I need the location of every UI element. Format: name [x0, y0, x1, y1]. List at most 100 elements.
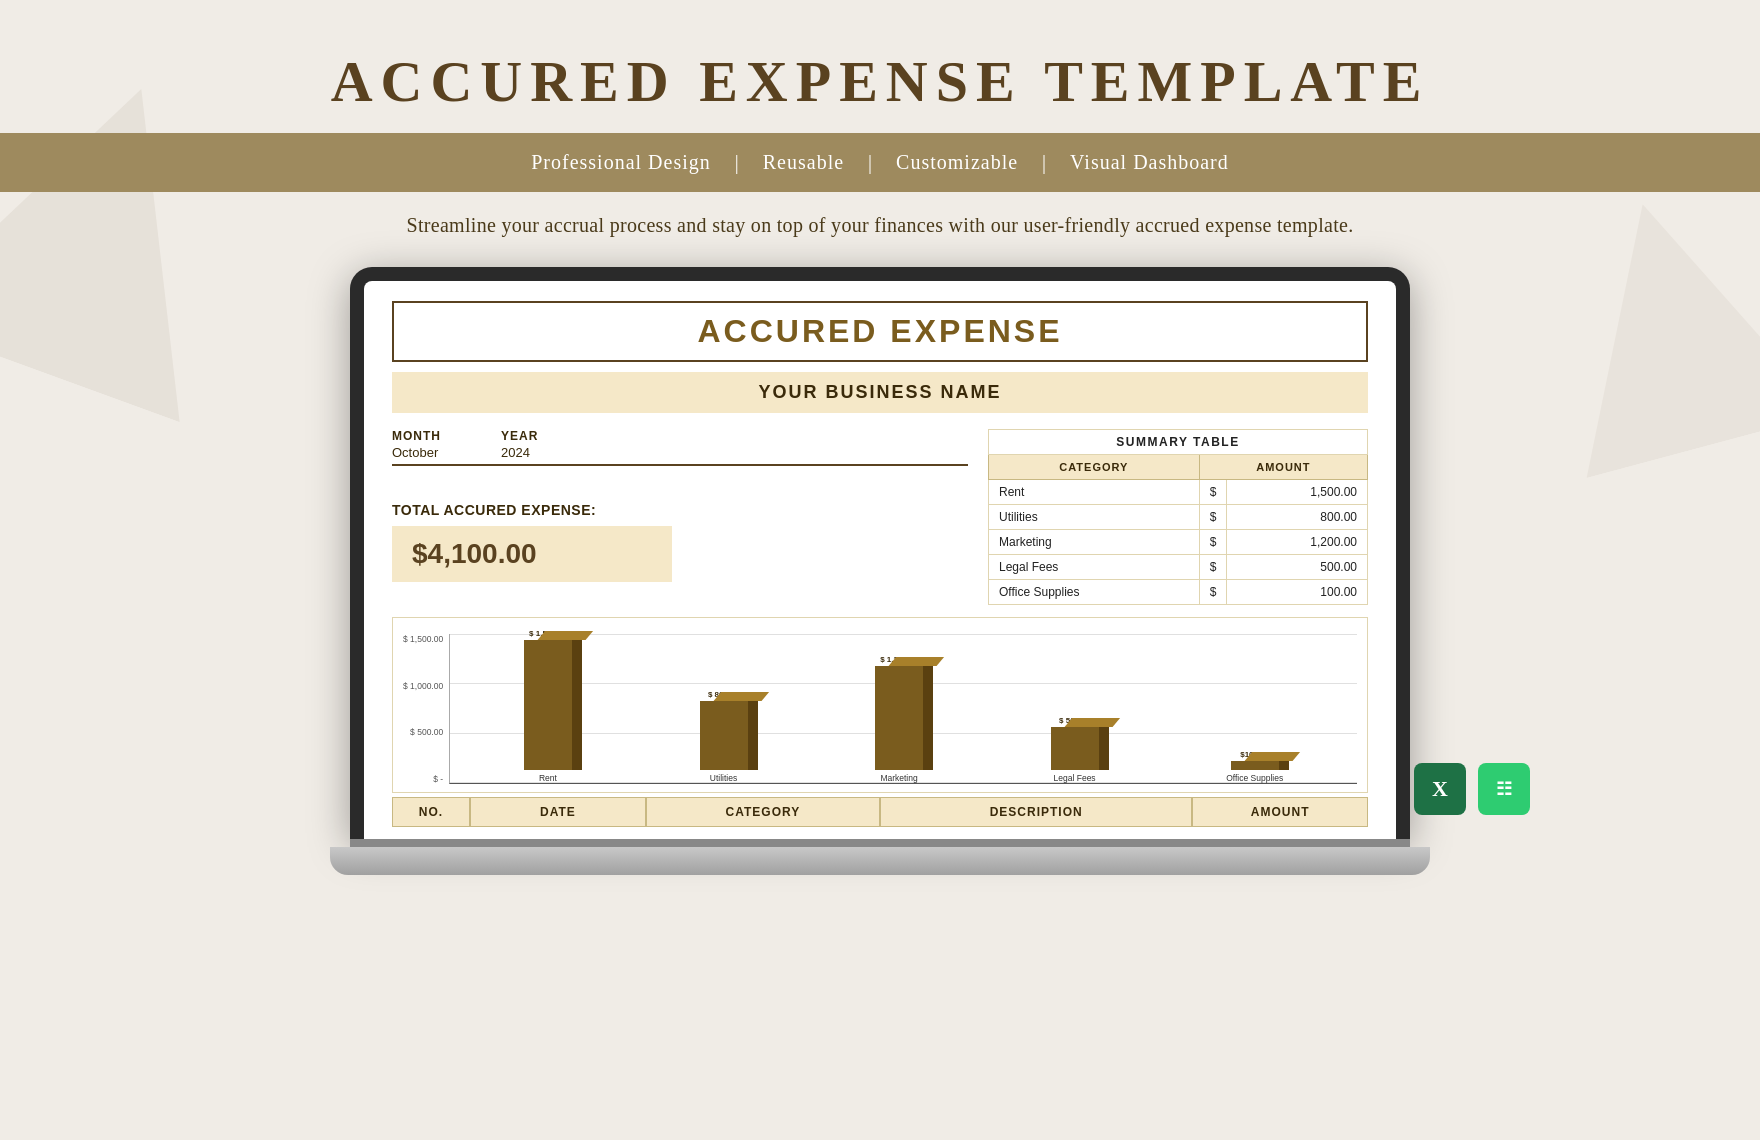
- dollar-cell: $: [1199, 555, 1227, 580]
- screen-content: ACCURED EXPENSE YOUR BUSINESS NAME: [364, 281, 1396, 839]
- business-name: YOUR BUSINESS NAME: [392, 382, 1368, 403]
- bar-side: [1279, 761, 1289, 770]
- amount-cell: 1,200.00: [1227, 530, 1368, 555]
- dollar-cell: $: [1199, 505, 1227, 530]
- bottom-header-cell: NO.: [392, 797, 470, 827]
- bottom-header-cell: DESCRIPTION: [880, 797, 1192, 827]
- chart-wrapper: $ 1,500.00 $ 1,000.00 $ 500.00 $ -: [403, 634, 1357, 784]
- category-cell: Marketing: [989, 530, 1200, 555]
- table-row: Rent $ 1,500.00: [989, 480, 1368, 505]
- separator-1: |: [735, 151, 739, 174]
- bar-x-name: Rent: [539, 773, 557, 783]
- bar-front: [700, 701, 748, 770]
- accrued-title-box: ACCURED EXPENSE: [392, 301, 1368, 362]
- page-title: ACCURED EXPENSE TEMPLATE: [331, 48, 1430, 115]
- feature-reusable: Reusable: [763, 151, 844, 174]
- bar-top: [538, 631, 594, 640]
- year-section: YEAR 2024: [501, 429, 538, 460]
- bar-3d: [524, 640, 572, 770]
- feature-professional-design: Professional Design: [531, 151, 711, 174]
- feature-customizable: Customizable: [896, 151, 1018, 174]
- bar-side: [923, 666, 933, 770]
- separator-3: |: [1042, 151, 1046, 174]
- bar-side: [1099, 727, 1109, 770]
- laptop-base: [330, 847, 1430, 875]
- year-label: YEAR: [501, 429, 538, 443]
- feature-visual-dashboard: Visual Dashboard: [1070, 151, 1229, 174]
- month-value: October: [392, 445, 441, 460]
- bar-col: $ 1,500.00 Rent: [524, 634, 572, 783]
- subtitle: Streamline your accrual process and stay…: [406, 214, 1353, 237]
- left-column: MONTH October YEAR 2024 TOTAL ACCURED EX…: [392, 429, 968, 605]
- total-value: $4,100.00: [412, 538, 537, 569]
- table-row: Office Supplies $ 100.00: [989, 580, 1368, 605]
- business-name-box: YOUR BUSINESS NAME: [392, 372, 1368, 413]
- excel-icon-x: X: [1414, 763, 1466, 815]
- bar-col: $100.00 Office Supplies: [1226, 634, 1283, 783]
- laptop-hinge: [350, 839, 1410, 847]
- table-row: Legal Fees $ 500.00: [989, 555, 1368, 580]
- month-year-section: MONTH October YEAR 2024: [392, 429, 968, 466]
- summary-col-category: CATEGORY: [989, 455, 1200, 480]
- total-value-box: $4,100.00: [392, 526, 672, 582]
- bottom-header-cell: AMOUNT: [1192, 797, 1368, 827]
- laptop-outer: ACCURED EXPENSE YOUR BUSINESS NAME: [350, 267, 1410, 839]
- accrued-title: ACCURED EXPENSE: [394, 313, 1366, 350]
- bar-top: [1064, 718, 1120, 727]
- separator-2: |: [868, 151, 872, 174]
- bar-front: [1051, 727, 1099, 770]
- bottom-headers: NO.DATECATEGORYDESCRIPTIONAMOUNT: [392, 797, 1368, 827]
- bar-front: [524, 640, 572, 770]
- amount-cell: 800.00: [1227, 505, 1368, 530]
- category-cell: Utilities: [989, 505, 1200, 530]
- chart-container: $ 1,500.00 $ 1,000.00 $ 500.00 $ -: [392, 617, 1368, 793]
- total-label: TOTAL ACCURED EXPENSE:: [392, 502, 968, 518]
- bar-col: $ 800.00 Utilities: [700, 634, 748, 783]
- table-row: Utilities $ 800.00: [989, 505, 1368, 530]
- y-label-500: $ 500.00: [410, 727, 443, 737]
- bar-side: [572, 640, 582, 770]
- bars-row: $ 1,500.00 Rent $ 800.00 Utilities $ 1,2…: [450, 634, 1357, 783]
- laptop-screen: ACCURED EXPENSE YOUR BUSINESS NAME: [364, 281, 1396, 839]
- bar-x-name: Marketing: [880, 773, 917, 783]
- bar-3d: [1051, 727, 1099, 770]
- bar-col: $ 500.00 Legal Fees: [1051, 634, 1099, 783]
- dollar-cell: $: [1199, 530, 1227, 555]
- bar-top: [1244, 752, 1300, 761]
- excel-icons: X ☷: [1414, 763, 1530, 815]
- chart-grid: $ 1,500.00 Rent $ 800.00 Utilities $ 1,2…: [449, 634, 1357, 784]
- bar-x-name: Legal Fees: [1054, 773, 1096, 783]
- month-label: MONTH: [392, 429, 441, 443]
- y-label-0: $ -: [433, 774, 443, 784]
- bar-3d: [700, 701, 748, 770]
- bar-top: [889, 657, 945, 666]
- excel-icon-g: ☷: [1478, 763, 1530, 815]
- amount-cell: 1,500.00: [1227, 480, 1368, 505]
- bar-x-name: Office Supplies: [1226, 773, 1283, 783]
- dollar-cell: $: [1199, 480, 1227, 505]
- category-cell: Office Supplies: [989, 580, 1200, 605]
- bar-top: [713, 692, 769, 701]
- feature-banner: Professional Design | Reusable | Customi…: [0, 133, 1760, 192]
- category-cell: Rent: [989, 480, 1200, 505]
- y-axis-labels: $ 1,500.00 $ 1,000.00 $ 500.00 $ -: [403, 634, 443, 784]
- bottom-header-cell: CATEGORY: [646, 797, 880, 827]
- category-cell: Legal Fees: [989, 555, 1200, 580]
- bar-front: [875, 666, 923, 770]
- bar-side: [748, 701, 758, 770]
- table-row: Marketing $ 1,200.00: [989, 530, 1368, 555]
- bar-x-name: Utilities: [710, 773, 737, 783]
- bar-col: $ 1,200.00 Marketing: [875, 634, 923, 783]
- bar-3d: [1231, 761, 1279, 770]
- amount-cell: 500.00: [1227, 555, 1368, 580]
- main-wrapper: ACCURED EXPENSE TEMPLATE Professional De…: [0, 0, 1760, 875]
- month-section: MONTH October: [392, 429, 441, 460]
- bar-3d: [875, 666, 923, 770]
- dollar-cell: $: [1199, 580, 1227, 605]
- y-label-1000: $ 1,000.00: [403, 681, 443, 691]
- summary-table: SUMMARY TABLE CATEGORY AMOUNT Rent $: [988, 429, 1368, 605]
- bar-front: [1231, 761, 1279, 770]
- amount-cell: 100.00: [1227, 580, 1368, 605]
- bottom-header-cell: DATE: [470, 797, 646, 827]
- two-column-layout: MONTH October YEAR 2024 TOTAL ACCURED EX…: [392, 429, 1368, 605]
